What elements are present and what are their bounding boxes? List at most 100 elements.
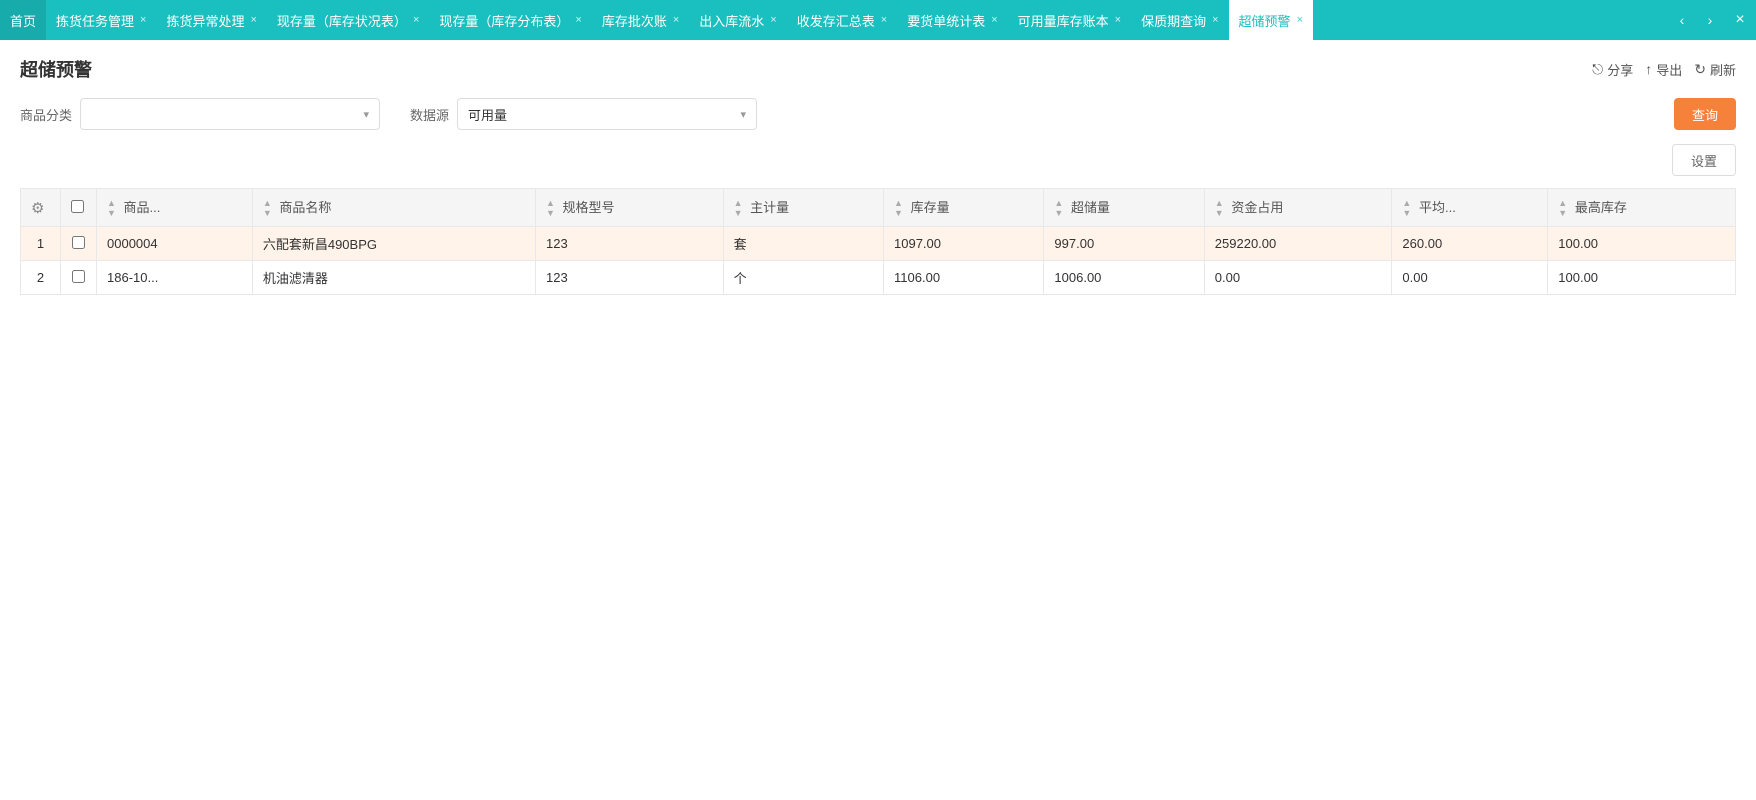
nav-overstock[interactable]: 超储预警 × xyxy=(1229,0,1313,40)
cell-unit: 套 xyxy=(723,227,883,261)
close-icon[interactable]: × xyxy=(575,14,581,26)
gear-icon[interactable]: ⚙ xyxy=(31,200,44,217)
nav-summary[interactable]: 收发存汇总表 × xyxy=(787,0,897,40)
nav-inventory-dist[interactable]: 现存量（库存分布表） × xyxy=(429,0,591,40)
nav-batch-account[interactable]: 库存批次账 × xyxy=(592,0,689,40)
nav-inventory-status[interactable]: 现存量（库存状况表） × xyxy=(267,0,429,40)
nav-expiry[interactable]: 保质期查询 × xyxy=(1131,0,1228,40)
export-icon: ↑ xyxy=(1645,61,1652,77)
table-header-row: ⚙ ▲▼ 商品... ▲▼ 商品名称 ▲▼ 规格型号 ▲▼ xyxy=(21,189,1736,227)
chevron-down-icon: ▾ xyxy=(363,108,369,121)
sort-icon: ▲▼ xyxy=(546,199,555,219)
col-avg[interactable]: ▲▼ 平均... xyxy=(1392,189,1548,227)
nav-pick-exception[interactable]: 拣货异常处理 × xyxy=(156,0,266,40)
select-all-header[interactable] xyxy=(61,189,97,227)
action-buttons: 查询 设置 xyxy=(1672,98,1736,176)
close-icon[interactable]: × xyxy=(250,14,256,26)
cell-max-stock: 100.00 xyxy=(1548,261,1736,295)
close-icon[interactable]: × xyxy=(673,14,679,26)
table-row: 1 0000004 六配套新昌490BPG 123 套 1097.00 997.… xyxy=(21,227,1736,261)
sort-icon: ▲▼ xyxy=(107,199,116,219)
cell-capital: 0.00 xyxy=(1204,261,1392,295)
sort-icon: ▲▼ xyxy=(1402,199,1411,219)
cell-product-code: 186-10... xyxy=(97,261,253,295)
sort-icon: ▲▼ xyxy=(263,199,272,219)
close-icon[interactable]: × xyxy=(770,14,776,26)
datasource-filter: 数据源 可用量 ▾ xyxy=(410,98,757,130)
cell-spec: 123 xyxy=(536,227,724,261)
nav-prev-button[interactable]: ‹ xyxy=(1668,0,1696,40)
nav-available-stock[interactable]: 可用量库存账本 × xyxy=(1008,0,1131,40)
filter-selects: 商品分类 ▾ 数据源 可用量 ▾ xyxy=(20,98,757,130)
category-select[interactable]: ▾ xyxy=(80,98,380,130)
cell-spec: 123 xyxy=(536,261,724,295)
nav-right-controls: ‹ › × xyxy=(1668,0,1756,40)
row-checkbox[interactable] xyxy=(72,236,85,249)
col-stock[interactable]: ▲▼ 库存量 xyxy=(884,189,1044,227)
cell-unit: 个 xyxy=(723,261,883,295)
row-checkbox[interactable] xyxy=(72,270,85,283)
cell-overstock: 1006.00 xyxy=(1044,261,1204,295)
category-label: 商品分类 xyxy=(20,105,72,124)
category-select-text xyxy=(91,107,95,122)
close-icon[interactable]: × xyxy=(881,14,887,26)
share-icon: ⎋ xyxy=(1592,61,1603,78)
col-product-name[interactable]: ▲▼ 商品名称 xyxy=(252,189,535,227)
cell-product-name: 机油滤清器 xyxy=(252,261,535,295)
datasource-select-value: 可用量 xyxy=(468,105,507,124)
nav-inout-flow[interactable]: 出入库流水 × xyxy=(689,0,786,40)
cell-avg: 0.00 xyxy=(1392,261,1548,295)
category-filter: 商品分类 ▾ xyxy=(20,98,380,130)
cell-product-name: 六配套新昌490BPG xyxy=(252,227,535,261)
row-number: 2 xyxy=(21,261,61,295)
col-unit[interactable]: ▲▼ 主计量 xyxy=(723,189,883,227)
nav-close-all-button[interactable]: × xyxy=(1724,0,1756,40)
close-icon[interactable]: × xyxy=(413,14,419,26)
col-product-code[interactable]: ▲▼ 商品... xyxy=(97,189,253,227)
close-icon[interactable]: × xyxy=(140,14,146,26)
page-title: 超储预警 xyxy=(20,56,92,82)
datasource-select[interactable]: 可用量 ▾ xyxy=(457,98,757,130)
col-max-stock[interactable]: ▲▼ 最高库存 xyxy=(1548,189,1736,227)
refresh-icon: ↻ xyxy=(1694,61,1706,78)
close-icon[interactable]: × xyxy=(1297,14,1303,26)
export-button[interactable]: ↑ 导出 xyxy=(1645,60,1682,79)
close-icon[interactable]: × xyxy=(1212,14,1218,26)
col-spec[interactable]: ▲▼ 规格型号 xyxy=(536,189,724,227)
select-all-checkbox[interactable] xyxy=(71,200,84,213)
settings-button[interactable]: 设置 xyxy=(1672,144,1736,176)
settings-column-header[interactable]: ⚙ xyxy=(21,189,61,227)
share-button[interactable]: ⎋ 分享 xyxy=(1592,60,1633,79)
page-content: 超储预警 ⎋ 分享 ↑ 导出 ↻ 刷新 商品分类 ▾ xyxy=(0,40,1756,311)
cell-max-stock: 100.00 xyxy=(1548,227,1736,261)
cell-overstock: 997.00 xyxy=(1044,227,1204,261)
sort-icon: ▲▼ xyxy=(734,199,743,219)
refresh-button[interactable]: ↻ 刷新 xyxy=(1694,60,1736,79)
nav-pick-task[interactable]: 拣货任务管理 × xyxy=(46,0,156,40)
cell-product-code: 0000004 xyxy=(97,227,253,261)
row-number: 1 xyxy=(21,227,61,261)
row-checkbox-cell[interactable] xyxy=(61,227,97,261)
datasource-label: 数据源 xyxy=(410,105,449,124)
close-icon[interactable]: × xyxy=(991,14,997,26)
query-button[interactable]: 查询 xyxy=(1674,98,1736,130)
sort-icon: ▲▼ xyxy=(894,199,903,219)
chevron-down-icon: ▾ xyxy=(741,108,747,121)
cell-stock: 1106.00 xyxy=(884,261,1044,295)
nav-next-button[interactable]: › xyxy=(1696,0,1724,40)
nav-order-stats[interactable]: 要货单统计表 × xyxy=(897,0,1007,40)
sort-icon: ▲▼ xyxy=(1215,199,1224,219)
page-header: 超储预警 ⎋ 分享 ↑ 导出 ↻ 刷新 xyxy=(20,56,1736,82)
nav-home[interactable]: 首页 xyxy=(0,0,46,40)
top-navigation: 首页 拣货任务管理 × 拣货异常处理 × 现存量（库存状况表） × 现存量（库存… xyxy=(0,0,1756,40)
cell-capital: 259220.00 xyxy=(1204,227,1392,261)
col-capital[interactable]: ▲▼ 资金占用 xyxy=(1204,189,1392,227)
close-icon[interactable]: × xyxy=(1115,14,1121,26)
row-checkbox-cell[interactable] xyxy=(61,261,97,295)
col-overstock[interactable]: ▲▼ 超储量 xyxy=(1044,189,1204,227)
sort-icon: ▲▼ xyxy=(1054,199,1063,219)
cell-avg: 260.00 xyxy=(1392,227,1548,261)
sort-icon: ▲▼ xyxy=(1558,199,1567,219)
table-row: 2 186-10... 机油滤清器 123 个 1106.00 1006.00 … xyxy=(21,261,1736,295)
filter-section: 商品分类 ▾ 数据源 可用量 ▾ 查询 设置 xyxy=(20,98,1736,176)
